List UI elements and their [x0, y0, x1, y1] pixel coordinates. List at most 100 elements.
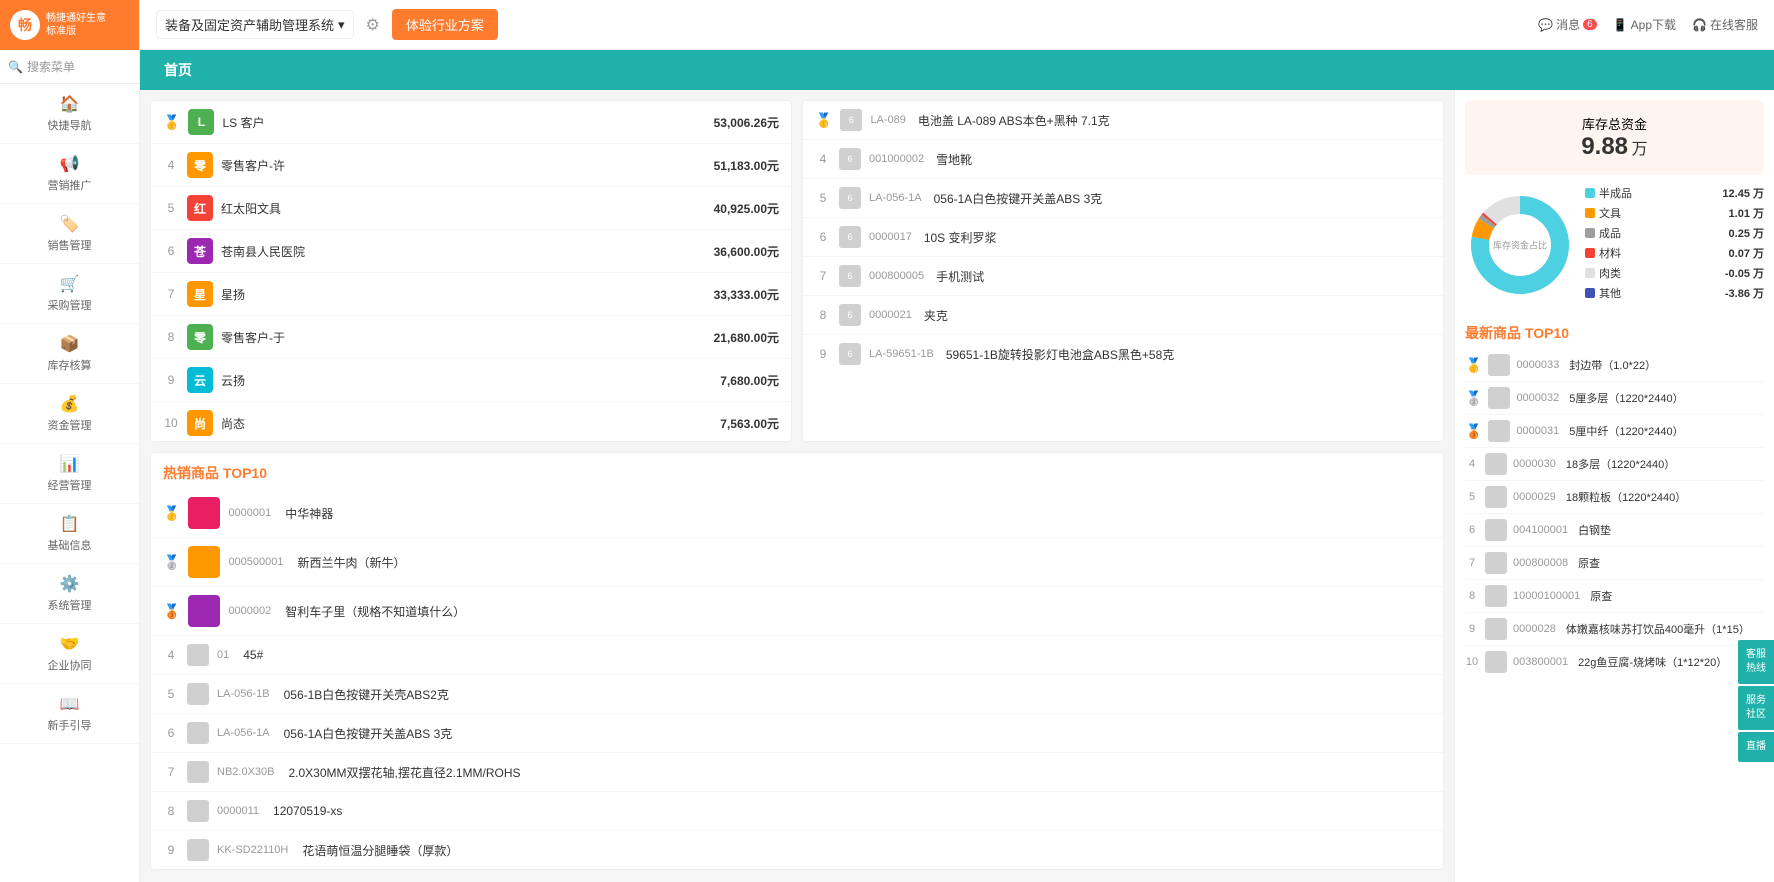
system-selector[interactable]: 装备及固定资产辅助管理系统 ▾: [156, 10, 354, 39]
center-panel: 🥇 L LS 客户 53,006.26元 4 零 零售客户-许 51,183.0…: [140, 90, 1454, 882]
base-icon: 📋: [60, 514, 80, 534]
product-icon: [1485, 453, 1507, 475]
search-menu-trigger[interactable]: 🔍 搜索菜单: [8, 58, 131, 75]
product-icon: [1488, 420, 1510, 442]
stock-legend: 半成品 12.45 万 文具 1.01 万 成品 0.25 万: [1585, 185, 1764, 305]
medal-icon: 🥉: [1465, 423, 1482, 440]
sidebar-item-operation[interactable]: 📊 经营管理: [0, 444, 139, 504]
medal-icon: 🥈: [1465, 390, 1482, 407]
avatar: 尚: [187, 410, 213, 436]
marketing-icon: 📢: [60, 154, 80, 174]
list-item: 7 6 000800005 手机测试: [803, 257, 1443, 296]
list-item: 8 6 0000021 夹克: [803, 296, 1443, 335]
sidebar-item-coop[interactable]: 🤝 企业协同: [0, 624, 139, 684]
gear-icon[interactable]: ⚙: [366, 15, 380, 35]
customer-service-button[interactable]: 客服热线: [1738, 640, 1774, 684]
product-icon: 6: [840, 109, 862, 131]
medal-icon: 🥉: [163, 603, 180, 620]
sidebar-item-purchase[interactable]: 🛒 采购管理: [0, 264, 139, 324]
top-tables-row: 🥇 L LS 客户 53,006.26元 4 零 零售客户-许 51,183.0…: [150, 100, 1444, 442]
legend-item-product: 成品 0.25 万: [1585, 225, 1764, 241]
message-icon: 💬: [1538, 18, 1553, 32]
product-icon: 6: [839, 226, 861, 248]
purchase-icon: 🛒: [60, 274, 80, 294]
list-item: 6 6 0000017 10S 变利罗浆: [803, 218, 1443, 257]
avatar: 零: [187, 152, 213, 178]
phone-icon: 📱: [1613, 18, 1628, 32]
list-item: 7 000800008 原查: [1465, 547, 1764, 580]
list-item: 5 LA-056-1B 056-1B白色按键开关壳ABS2克: [151, 675, 1443, 714]
legend-dot: [1585, 268, 1595, 278]
message-button[interactable]: 💬 消息 6: [1538, 16, 1597, 33]
sidebar-item-base[interactable]: 📋 基础信息: [0, 504, 139, 564]
sidebar-item-quick-nav[interactable]: 🏠 快捷导航: [0, 84, 139, 144]
product-icon: [1485, 618, 1507, 640]
list-item: 6 苍 苍南县人民医院 36,600.00元: [151, 230, 791, 273]
page-header: 首页: [140, 50, 1774, 90]
sidebar-item-system[interactable]: ⚙️ 系统管理: [0, 564, 139, 624]
sidebar-item-sales[interactable]: 🏷️ 销售管理: [0, 204, 139, 264]
app-download-button[interactable]: 📱 App下载: [1613, 16, 1676, 33]
coop-icon: 🤝: [60, 634, 80, 654]
product-icon: [1485, 486, 1507, 508]
list-item: 🥈 000500001 新西兰牛肉（新牛）: [151, 538, 1443, 587]
sidebar-search-area[interactable]: 🔍 搜索菜单: [0, 50, 139, 84]
product-icon: [1485, 552, 1507, 574]
sidebar-item-stock[interactable]: 📦 库存核算: [0, 324, 139, 384]
product-thumbnail: [187, 761, 209, 783]
sidebar: 畅 畅捷通好生意 标准版 🔍 搜索菜单 🏠 快捷导航 📢 营销推广 🏷️ 销售管…: [0, 0, 140, 882]
avatar: 云: [187, 367, 213, 393]
legend-dot: [1585, 228, 1595, 238]
list-item: 9 0000028 体嫩嘉核味苏打饮品400毫升（1*15）: [1465, 613, 1764, 646]
list-item: 5 6 LA-056-1A 056-1A白色按键开关盖ABS 3克: [803, 179, 1443, 218]
live-stream-button[interactable]: 直播: [1738, 732, 1774, 762]
legend-dot: [1585, 208, 1595, 218]
operation-icon: 📊: [60, 454, 80, 474]
legend-dot: [1585, 288, 1595, 298]
avatar: 红: [187, 195, 213, 221]
list-item: 4 01 45#: [151, 636, 1443, 675]
list-item: 7 NB2.0X30B 2.0X30MM双摆花轴,摆花直径2.1MM/ROHS: [151, 753, 1443, 792]
product-thumbnail: [187, 722, 209, 744]
legend-item-stationery: 文具 1.01 万: [1585, 205, 1764, 221]
product-thumbnail: [187, 644, 209, 666]
headset-icon: 🎧: [1692, 18, 1707, 32]
sidebar-item-marketing[interactable]: 📢 营销推广: [0, 144, 139, 204]
sidebar-item-finance[interactable]: 💰 资金管理: [0, 384, 139, 444]
search-icon: 🔍: [8, 60, 23, 74]
product-thumbnail: [187, 683, 209, 705]
list-item: 8 0000011 12070519-xs: [151, 792, 1443, 831]
main-content: 🥇 L LS 客户 53,006.26元 4 零 零售客户-许 51,183.0…: [140, 90, 1774, 882]
list-item: 7 星 星扬 33,333.00元: [151, 273, 791, 316]
list-item: 10 尚 尚态 7,563.00元: [151, 402, 791, 441]
list-item: 🥇 0000033 封边带（1.0*22）: [1465, 349, 1764, 382]
page-tab-home[interactable]: 首页: [156, 60, 200, 80]
legend-item-semifinished: 半成品 12.45 万: [1585, 185, 1764, 201]
service-community-button[interactable]: 服务社区: [1738, 686, 1774, 730]
list-item: 9 KK-SD22110H 花语萌恒温分腿睡袋（厚款）: [151, 831, 1443, 869]
legend-dot: [1585, 188, 1595, 198]
list-item: 🥇 0000001 中华神器: [151, 489, 1443, 538]
hot-products-card: 热销商品 TOP10 🥇 0000001 中华神器 🥈 000500001: [150, 452, 1444, 870]
list-item: 5 0000029 18颗粒板（1220*2440）: [1465, 481, 1764, 514]
legend-item-material: 材料 0.07 万: [1585, 245, 1764, 261]
guide-icon: 📖: [60, 694, 80, 714]
legend-dot: [1585, 248, 1595, 258]
donut-center-label: 库存资金占比: [1493, 239, 1547, 252]
avatar: 星: [187, 281, 213, 307]
list-item: 6 LA-056-1A 056-1A白色按键开关盖ABS 3克: [151, 714, 1443, 753]
list-item: 9 6 LA-59651-1B 59651-1B旋转投影灯电池盒ABS黑色+58…: [803, 335, 1443, 373]
try-solution-button[interactable]: 体验行业方案: [392, 9, 498, 40]
product-icon: 6: [839, 304, 861, 326]
avatar: 零: [187, 324, 213, 350]
product-icon: [1488, 354, 1510, 376]
dropdown-arrow-icon: ▾: [338, 17, 345, 33]
sidebar-item-guide[interactable]: 📖 新手引导: [0, 684, 139, 744]
message-badge: 6: [1583, 19, 1597, 30]
product-thumbnail: [188, 595, 220, 627]
medal-icon: 🥇: [815, 112, 832, 129]
product-icon: [1485, 651, 1507, 673]
logo-icon: 畅: [10, 10, 40, 40]
online-service-button[interactable]: 🎧 在线客服: [1692, 16, 1758, 33]
main-wrapper: 装备及固定资产辅助管理系统 ▾ ⚙ 体验行业方案 💬 消息 6 📱 App下载 …: [140, 0, 1774, 882]
